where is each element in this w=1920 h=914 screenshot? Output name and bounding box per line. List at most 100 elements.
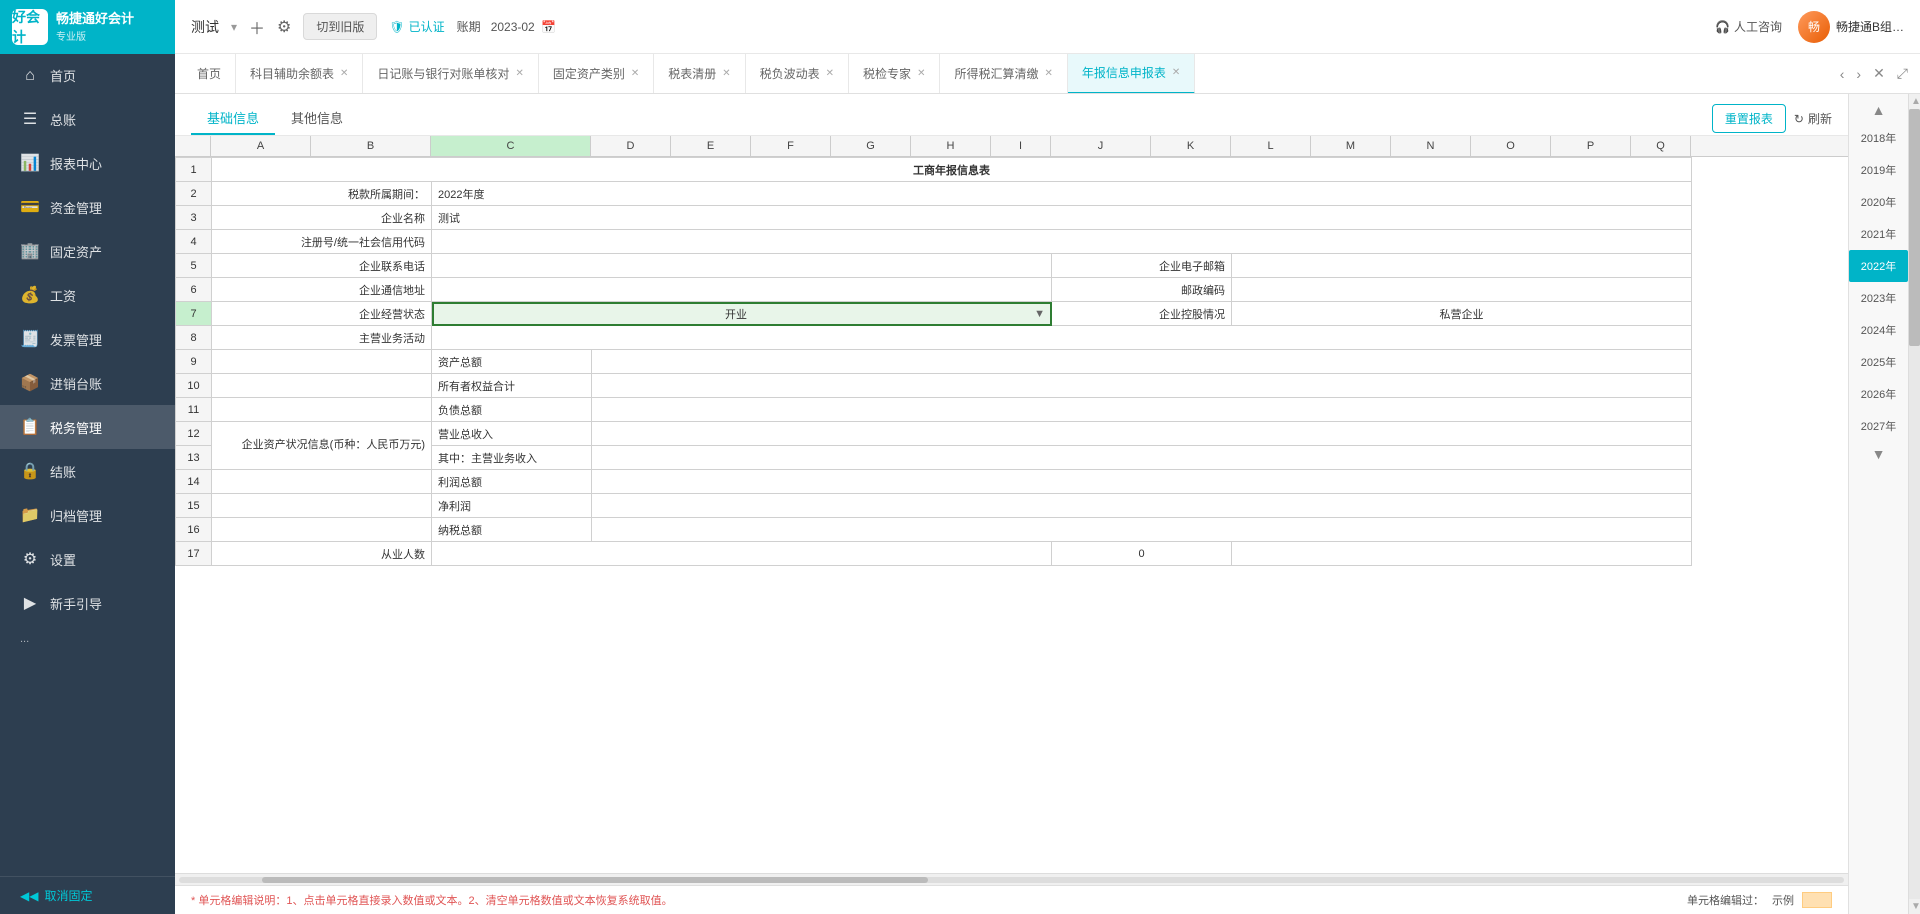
sidebar-item-reports[interactable]: 📊 报表中心 bbox=[0, 141, 175, 185]
tab-close-tax-forms[interactable]: ✕ bbox=[722, 68, 730, 79]
v-scroll-down-button[interactable]: ▼ bbox=[1909, 899, 1920, 914]
subtab-basic-info[interactable]: 基础信息 bbox=[191, 102, 275, 135]
cell-9-assets-value[interactable] bbox=[592, 350, 1692, 374]
row-num-13: 13 bbox=[176, 446, 212, 470]
tab-close-annual[interactable]: ✕ bbox=[1172, 67, 1180, 78]
cell-5-email-value[interactable] bbox=[1232, 254, 1692, 278]
company-dropdown-icon[interactable]: ▾ bbox=[231, 20, 237, 34]
cell-6-address-value[interactable] bbox=[432, 278, 1052, 302]
year-2027[interactable]: 2027年 bbox=[1849, 410, 1908, 442]
tab-close-income[interactable]: ✕ bbox=[1044, 68, 1052, 79]
tab-close-all-button[interactable]: ✕ bbox=[1869, 61, 1889, 86]
tab-close-fluctuation[interactable]: ✕ bbox=[826, 68, 834, 79]
sidebar-item-finance[interactable]: 💳 资金管理 bbox=[0, 185, 175, 229]
cell-7-status-value[interactable]: 开业 ▼ bbox=[432, 302, 1052, 326]
cell-13-main-rev-value[interactable] bbox=[592, 446, 1692, 470]
year-2026[interactable]: 2026年 bbox=[1849, 378, 1908, 410]
sidebar-item-assets[interactable]: 🏢 固定资产 bbox=[0, 229, 175, 273]
tab-tax-expert[interactable]: 税检专家 ✕ bbox=[849, 54, 940, 94]
cell-3-value[interactable]: 测试 bbox=[432, 206, 1692, 230]
sidebar-item-close[interactable]: 🔒 结账 bbox=[0, 449, 175, 493]
tab-prev-button[interactable]: ‹ bbox=[1836, 62, 1849, 86]
cell-6-zip-value[interactable] bbox=[1232, 278, 1692, 302]
tab-home[interactable]: 首页 bbox=[183, 54, 236, 94]
cell-5-phone-value[interactable] bbox=[432, 254, 1052, 278]
year-2022[interactable]: 2022年 bbox=[1849, 250, 1908, 282]
tab-close-aux-balance[interactable]: ✕ bbox=[340, 68, 348, 79]
tab-fixed-assets[interactable]: 固定资产类别 ✕ bbox=[539, 54, 654, 94]
consult-button[interactable]: 🎧 人工咨询 bbox=[1715, 18, 1782, 35]
settings-button[interactable]: ⚙ bbox=[277, 17, 291, 37]
cell-7-control-label: 企业控股情况 bbox=[1052, 302, 1232, 326]
period-label: 账期 2023-02 📅 bbox=[457, 18, 557, 35]
year-2019[interactable]: 2019年 bbox=[1849, 154, 1908, 186]
year-2020[interactable]: 2020年 bbox=[1849, 186, 1908, 218]
tab-income-tax[interactable]: 所得税汇算清缴 ✕ bbox=[940, 54, 1067, 94]
cell-16-merged bbox=[212, 518, 432, 542]
table-row: 11 负债总额 bbox=[176, 398, 1692, 422]
user-menu[interactable]: 畅 畅捷通B组… bbox=[1798, 11, 1904, 43]
year-2023[interactable]: 2023年 bbox=[1849, 282, 1908, 314]
refresh-button[interactable]: ↻ 刷新 bbox=[1794, 110, 1832, 127]
sidebar-collapse-button[interactable]: ◀◀ 取消固定 bbox=[0, 876, 175, 914]
tab-close-fixed[interactable]: ✕ bbox=[631, 68, 639, 79]
cell-16-tax-value[interactable] bbox=[592, 518, 1692, 542]
cell-1-title[interactable]: 工商年报信息表 bbox=[212, 158, 1692, 182]
cell-7-control-value[interactable]: 私营企业 bbox=[1232, 302, 1692, 326]
add-button[interactable]: ＋ bbox=[249, 15, 265, 39]
sidebar-item-payroll[interactable]: 💰 工资 bbox=[0, 273, 175, 317]
sidebar-item-invoice[interactable]: 🧾 发票管理 bbox=[0, 317, 175, 361]
cell-4-value[interactable] bbox=[432, 230, 1692, 254]
cell-11-debt-value[interactable] bbox=[592, 398, 1692, 422]
tab-bank-reconcile[interactable]: 日记账与银行对账单核对 ✕ bbox=[363, 54, 538, 94]
cell-17-emp-v1[interactable] bbox=[432, 542, 1052, 566]
row-num-10: 10 bbox=[176, 374, 212, 398]
year-2018[interactable]: 2018年 bbox=[1849, 122, 1908, 154]
cell-12-revenue-value[interactable] bbox=[592, 422, 1692, 446]
sidebar-item-archive[interactable]: 📁 归档管理 bbox=[0, 493, 175, 537]
year-scroll-down-button[interactable]: ▼ bbox=[1849, 442, 1908, 466]
horizontal-scrollbar[interactable] bbox=[175, 873, 1848, 885]
cell-10-equity-value[interactable] bbox=[592, 374, 1692, 398]
year-2024[interactable]: 2024年 bbox=[1849, 314, 1908, 346]
tab-close-bank[interactable]: ✕ bbox=[515, 68, 523, 79]
cell-9-assets-label: 资产总额 bbox=[432, 350, 592, 374]
v-scroll-up-button[interactable]: ▲ bbox=[1909, 94, 1920, 109]
footer-note-text: * 单元格编辑说明：1、点击单元格直接录入数值或文本。2、清空单元格数值或文本恢… bbox=[191, 892, 673, 908]
col-header-C: C bbox=[431, 136, 591, 156]
switch-old-version-button[interactable]: 切到旧版 bbox=[303, 13, 377, 40]
sidebar-item-inventory[interactable]: 📦 进销台账 bbox=[0, 361, 175, 405]
cell-8-biz-value[interactable] bbox=[432, 326, 1692, 350]
sidebar-item-ledger[interactable]: ☰ 总账 bbox=[0, 97, 175, 141]
tab-close-expert[interactable]: ✕ bbox=[917, 68, 925, 79]
sidebar-item-tax[interactable]: 📋 税务管理 bbox=[0, 405, 175, 449]
tab-next-button[interactable]: › bbox=[1852, 62, 1865, 86]
table-row: 10 所有者权益合计 bbox=[176, 374, 1692, 398]
reset-report-button[interactable]: 重置报表 bbox=[1712, 104, 1786, 133]
cell-14-profit-value[interactable] bbox=[592, 470, 1692, 494]
sidebar-item-settings[interactable]: ⚙ 设置 bbox=[0, 537, 175, 581]
cell-15-merged bbox=[212, 494, 432, 518]
vertical-scrollbar[interactable]: ▲ ▼ bbox=[1908, 94, 1920, 914]
year-2021[interactable]: 2021年 bbox=[1849, 218, 1908, 250]
cell-3-label: 企业名称 bbox=[212, 206, 432, 230]
cell-17-emp-v2[interactable] bbox=[1232, 542, 1692, 566]
cell-6-zip-label: 邮政编码 bbox=[1052, 278, 1232, 302]
subtab-other-info[interactable]: 其他信息 bbox=[275, 102, 359, 135]
tab-annual-report[interactable]: 年报信息申报表 ✕ bbox=[1068, 54, 1195, 94]
assets-icon: 🏢 bbox=[20, 241, 40, 261]
cell-17-emp-value[interactable]: 0 bbox=[1052, 542, 1232, 566]
year-scroll-up-button[interactable]: ▲ bbox=[1849, 98, 1908, 122]
cell-15-net-profit-value[interactable] bbox=[592, 494, 1692, 518]
tab-expand-button[interactable]: ⤢ bbox=[1893, 61, 1912, 86]
tab-tax-fluctuation[interactable]: 税负波动表 ✕ bbox=[746, 54, 849, 94]
year-2025[interactable]: 2025年 bbox=[1849, 346, 1908, 378]
sidebar-item-label: 进销台账 bbox=[50, 374, 102, 393]
tab-tax-forms[interactable]: 税表清册 ✕ bbox=[654, 54, 745, 94]
sidebar-more[interactable]: ... bbox=[0, 625, 175, 653]
sidebar-item-home[interactable]: ⌂ 首页 bbox=[0, 54, 175, 97]
cell-13-main-rev-label: 其中：主营业务收入 bbox=[432, 446, 592, 470]
cell-2-value[interactable]: 2022年度 bbox=[432, 182, 1692, 206]
tab-aux-balance[interactable]: 科目辅助余额表 ✕ bbox=[236, 54, 363, 94]
sidebar-item-guide[interactable]: ▶ 新手引导 bbox=[0, 581, 175, 625]
